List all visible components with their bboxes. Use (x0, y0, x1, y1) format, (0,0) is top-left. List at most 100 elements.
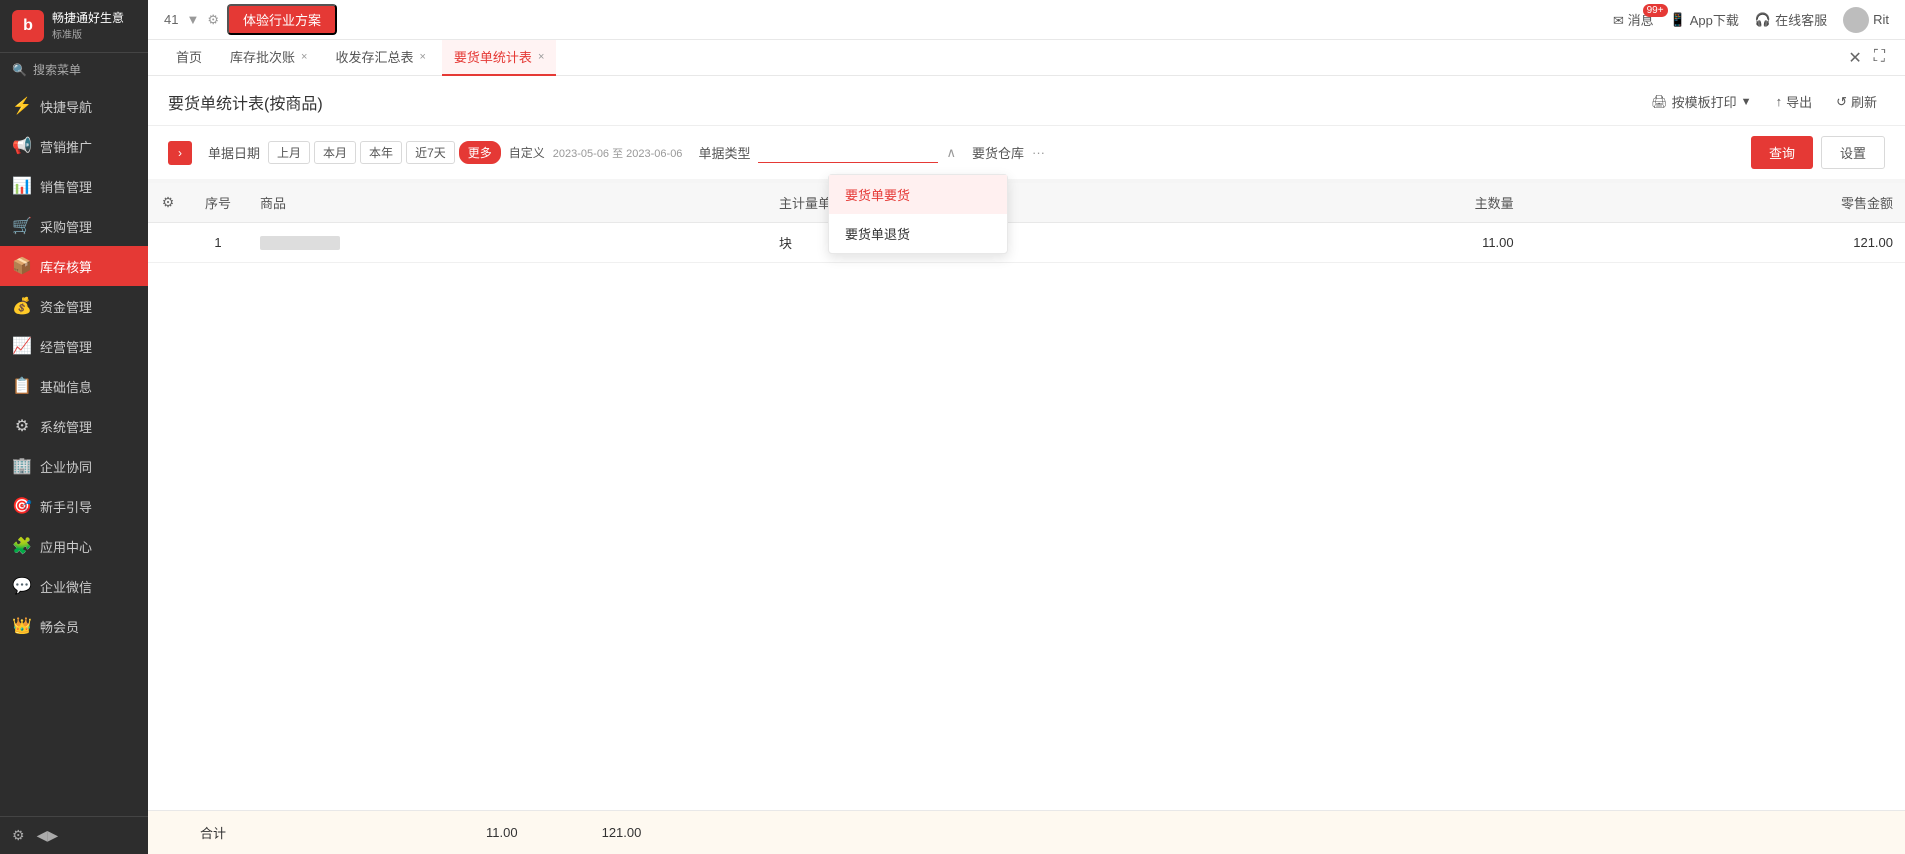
user-name: Rit (1873, 12, 1889, 27)
sidebar-item-enterprise[interactable]: 🏢 企业协同 (0, 446, 148, 486)
sidebar-item-guide[interactable]: 🎯 新手引导 (0, 486, 148, 526)
sidebar-item-operation[interactable]: 📈 经营管理 (0, 326, 148, 366)
trial-button[interactable]: 体验行业方案 (227, 4, 337, 35)
tab-close-receive-summary[interactable]: × (419, 51, 425, 63)
tab-order-summary[interactable]: 要货单统计表 × (442, 40, 556, 76)
filter-area: › 单据日期 上月 本月 本年 近7天 更多 自定义 2023-05-06 至 … (148, 126, 1905, 179)
filter-actions: 查询 设置 (1751, 136, 1885, 169)
date-buttons: 上月 本月 本年 近7天 更多 (268, 141, 501, 164)
query-button[interactable]: 查询 (1751, 136, 1813, 169)
col-product: 商品 (248, 183, 767, 223)
type-label: 单据类型 (698, 143, 750, 162)
date-label: 单据日期 (208, 143, 260, 162)
tab-close-inventory-batch[interactable]: × (301, 51, 307, 63)
online-service[interactable]: 🎧 在线客服 (1755, 10, 1827, 29)
topbar-right: ✉ 消息 99+ 📱 App下载 🎧 在线客服 Rit (1613, 7, 1889, 33)
type-input[interactable] (758, 143, 938, 163)
refresh-icon: ↺ (1836, 94, 1847, 110)
user-area[interactable]: Rit (1843, 7, 1889, 33)
warehouse-filter-group: 要货仓库 ··· (972, 143, 1045, 162)
app-download[interactable]: 📱 App下载 (1670, 10, 1739, 29)
dropdown-item-order-return[interactable]: 要货单退货 (829, 214, 1007, 253)
table-header: ⚙ 序号 商品 主计量单位 主数量 零售金额 (148, 183, 1905, 223)
tab-expand[interactable]: ⛶ (1870, 44, 1889, 72)
refresh-button[interactable]: ↺ 刷新 (1828, 88, 1885, 115)
date-btn-this-month[interactable]: 本月 (314, 141, 356, 164)
sidebar-bottom: ⚙ ◀▶ (0, 816, 148, 854)
sidebar-item-wechat[interactable]: 💬 企业微信 (0, 566, 148, 606)
dropdown-item-order-goods[interactable]: 要货单要货 (829, 175, 1007, 214)
print-dropdown-icon[interactable]: ▼ (1741, 96, 1752, 108)
footer-total-qty: 11.00 (486, 825, 518, 840)
logo-title: 畅捷通好生意 (52, 11, 124, 27)
table-row: 1 块 11.00 121.00 (148, 223, 1905, 263)
type-dropdown-icon[interactable]: ∧ (946, 145, 956, 161)
export-button[interactable]: ↑ 导出 (1768, 88, 1821, 115)
col-qty: 主数量 (1211, 183, 1525, 223)
export-icon: ↑ (1776, 94, 1783, 109)
tab-home[interactable]: 首页 (164, 40, 214, 76)
operation-icon: 📈 (12, 336, 32, 356)
tabbar-actions: ✕ ⛶ (1844, 44, 1889, 72)
sidebar-item-marketing[interactable]: 📢 营销推广 (0, 126, 148, 166)
sidebar-item-sales[interactable]: 📊 销售管理 (0, 166, 148, 206)
sidebar-logo: b 畅捷通好生意 标准版 (0, 0, 148, 53)
row-qty: 11.00 (1211, 223, 1525, 263)
type-dropdown: 要货单要货 要货单退货 (828, 174, 1008, 254)
date-btn-this-year[interactable]: 本年 (360, 141, 402, 164)
sales-icon: 📊 (12, 176, 32, 196)
warehouse-more-icon[interactable]: ··· (1032, 145, 1045, 160)
sidebar-item-purchase[interactable]: 🛒 采购管理 (0, 206, 148, 246)
tab-inventory-batch[interactable]: 库存批次账 × (218, 40, 319, 76)
system-icon: ⚙ (12, 416, 32, 436)
data-table: ⚙ 序号 商品 主计量单位 主数量 零售金额 1 (148, 183, 1905, 263)
table-body: 1 块 11.00 121.00 (148, 223, 1905, 263)
product-name-blurred (260, 236, 340, 250)
date-btn-last-7days[interactable]: 近7天 (406, 141, 455, 164)
tab-receive-summary[interactable]: 收发存汇总表 × (323, 40, 437, 76)
logo-icon: b (12, 10, 44, 42)
sidebar-item-member[interactable]: 👑 畅会员 (0, 606, 148, 646)
page-title: 要货单统计表(按商品) (168, 90, 323, 114)
settings-icon[interactable]: ⚙ (207, 12, 219, 28)
table-settings-icon[interactable]: ⚙ (162, 194, 175, 210)
topbar: 41 ▼ ⚙ 体验行业方案 ✉ 消息 99+ 📱 App下载 🎧 在线客服 Ri… (148, 0, 1905, 40)
message-badge[interactable]: ✉ 消息 99+ (1613, 10, 1654, 29)
tab-close-order-summary[interactable]: × (538, 51, 544, 63)
sidebar-item-inventory[interactable]: 📦 库存核算 (0, 246, 148, 286)
message-icon: ✉ (1613, 13, 1624, 28)
page-header: 要货单统计表(按商品) 🖨 按模板打印 ▼ ↑ 导出 ↺ 刷新 (148, 76, 1905, 126)
topbar-left: 41 ▼ ⚙ 体验行业方案 (164, 4, 1601, 35)
base-icon: 📋 (12, 376, 32, 396)
settings-bottom-icon[interactable]: ⚙ (12, 827, 25, 844)
print-button[interactable]: 🖨 按模板打印 ▼ (1643, 88, 1759, 115)
table-footer: 合计 11.00 121.00 (148, 810, 1905, 854)
col-no: 序号 (188, 183, 248, 223)
main-area: 41 ▼ ⚙ 体验行业方案 ✉ 消息 99+ 📱 App下载 🎧 在线客服 Ri… (148, 0, 1905, 854)
filter-toggle-button[interactable]: › (168, 141, 192, 165)
row-no: 1 (188, 223, 248, 263)
warehouse-label: 要货仓库 (972, 143, 1024, 162)
sidebar-item-system[interactable]: ⚙ 系统管理 (0, 406, 148, 446)
tabbar: 首页 库存批次账 × 收发存汇总表 × 要货单统计表 × ✕ ⛶ (148, 40, 1905, 76)
content-area: 要货单统计表(按商品) 🖨 按模板打印 ▼ ↑ 导出 ↺ 刷新 (148, 76, 1905, 854)
set-button[interactable]: 设置 (1821, 136, 1885, 169)
sidebar-nav: ⚡ 快捷导航 📢 营销推广 📊 销售管理 🛒 采购管理 📦 库存核算 💰 资金管… (0, 86, 148, 816)
date-custom-btn[interactable]: 自定义 (509, 144, 545, 161)
type-filter-group: 单据类型 ∧ (698, 143, 956, 163)
sidebar-item-quick-nav[interactable]: ⚡ 快捷导航 (0, 86, 148, 126)
tab-close-all[interactable]: ✕ (1844, 44, 1865, 72)
sidebar-search[interactable]: 🔍 搜索菜单 (0, 53, 148, 86)
app-icon: 📱 (1670, 12, 1686, 28)
service-icon: 🎧 (1755, 12, 1771, 28)
sidebar-item-appstore[interactable]: 🧩 应用中心 (0, 526, 148, 566)
collapse-icon[interactable]: ◀▶ (37, 827, 59, 844)
guide-icon: 🎯 (12, 496, 32, 516)
sidebar-item-finance[interactable]: 💰 资金管理 (0, 286, 148, 326)
date-btn-more[interactable]: 更多 (459, 141, 501, 164)
chevron-down-icon[interactable]: ▼ (186, 12, 199, 27)
sidebar-item-base[interactable]: 📋 基础信息 (0, 366, 148, 406)
quick-nav-icon: ⚡ (12, 96, 32, 116)
date-btn-last-month[interactable]: 上月 (268, 141, 310, 164)
page-title-row: 要货单统计表(按商品) 🖨 按模板打印 ▼ ↑ 导出 ↺ 刷新 (168, 88, 1885, 115)
